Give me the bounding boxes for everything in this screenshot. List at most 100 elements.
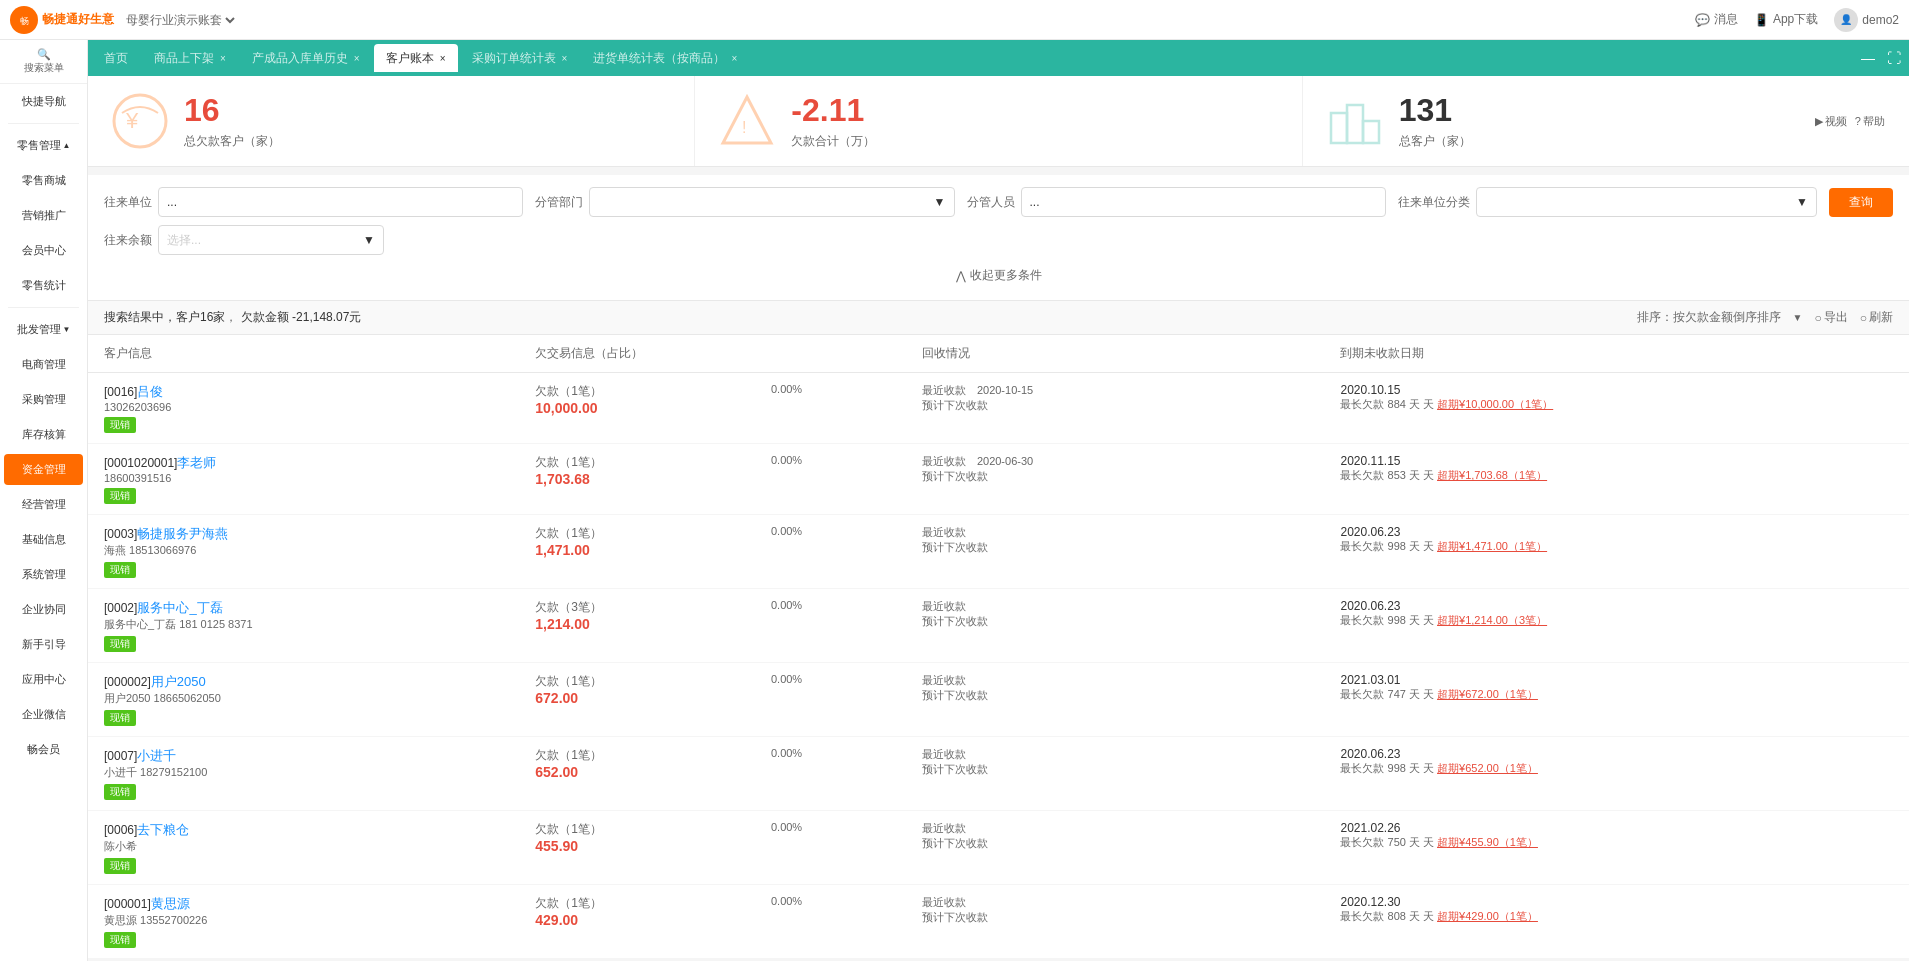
tab-product-offline[interactable]: 商品上下架 × <box>142 44 238 72</box>
sidebar-divider-2 <box>8 307 79 308</box>
overdue-link-5[interactable]: 超期¥652.00（1笔） <box>1437 762 1538 774</box>
sidebar-item-system[interactable]: 系统管理 <box>4 559 83 590</box>
company-select[interactable]: 母婴行业演示账套 <box>122 12 238 28</box>
overdue-link-0[interactable]: 超期¥10,000.00（1笔） <box>1437 398 1553 410</box>
sidebar-item-smooth-member[interactable]: 畅会员 <box>4 734 83 765</box>
recovery-next-3: 预计下次收款 <box>922 614 1232 629</box>
overdue-link-1[interactable]: 超期¥1,703.68（1笔） <box>1437 469 1547 481</box>
customer-name-6[interactable]: 去下粮仓 <box>137 822 189 837</box>
debt-count-3: 欠款（3笔） <box>535 599 739 616</box>
sidebar-item-app-center[interactable]: 应用中心 <box>4 664 83 695</box>
dept-select[interactable]: ▼ <box>589 187 954 217</box>
overdue-link-2[interactable]: 超期¥1,471.00（1笔） <box>1437 540 1547 552</box>
sidebar-item-operation[interactable]: 经营管理 <box>4 489 83 520</box>
refresh-label: 刷新 <box>1869 309 1893 326</box>
recovery-next-1: 预计下次收款 <box>922 469 1232 484</box>
recovery-latest-6: 最近收款 <box>922 821 1232 836</box>
data-table: 客户信息 欠交易信息（占比） 回收情况 到期未收款日期 [0016]吕俊 130… <box>88 335 1909 959</box>
tab-product-offline-close[interactable]: × <box>220 53 226 64</box>
cell-recovery-4: 最近收款 预计下次收款 <box>906 663 1248 737</box>
sidebar-item-quick-nav[interactable]: 快捷导航 <box>4 86 83 117</box>
tab-home[interactable]: 首页 <box>92 44 140 72</box>
filter-row-2: 往来余额 选择... ▼ <box>104 225 1893 255</box>
tab-maximize-btn[interactable]: ⛶ <box>1883 50 1905 66</box>
cell-ratio-5: 0.00% <box>755 737 906 811</box>
tab-minimize-btn[interactable]: — <box>1857 50 1879 66</box>
sidebar-search[interactable]: 🔍 搜索菜单 <box>0 40 87 84</box>
sidebar-item-retail-stat[interactable]: 零售统计 <box>4 270 83 301</box>
customer-name-0[interactable]: 吕俊 <box>137 384 163 399</box>
customer-name-3[interactable]: 服务中心_丁磊 <box>137 600 222 615</box>
balance-select[interactable]: 选择... ▼ <box>158 225 384 255</box>
overdue-link-3[interactable]: 超期¥1,214.00（3笔） <box>1437 614 1547 626</box>
sidebar-item-purchase[interactable]: 采购管理 <box>4 384 83 415</box>
unit-category-select[interactable]: ▼ <box>1476 187 1817 217</box>
message-icon: 💬 <box>1695 13 1710 27</box>
stat-card-total-customers: 131 总客户（家） ▶ 视频 ? 帮助 <box>1303 76 1909 166</box>
tab-purchase-order-close[interactable]: × <box>562 53 568 64</box>
sidebar-item-enterprise-wechat[interactable]: 企业微信 <box>4 699 83 730</box>
refresh-btn[interactable]: ○ 刷新 <box>1860 309 1893 326</box>
cell-debt-4: 欠款（1笔） 672.00 <box>519 663 755 737</box>
debt-ratio-2: 0.00% <box>771 525 890 537</box>
search-button[interactable]: 查询 <box>1829 188 1893 217</box>
recovery-next-0: 预计下次收款 <box>922 398 1232 413</box>
sort-label: 排序：按欠款金额倒序排序 <box>1637 309 1781 326</box>
sidebar-item-retail-mgmt[interactable]: 零售管理 ▲ <box>4 130 83 161</box>
sidebar-item-new-guide[interactable]: 新手引导 <box>4 629 83 660</box>
manager-input[interactable]: ... <box>1021 187 1386 217</box>
sidebar-divider-1 <box>8 123 79 124</box>
sidebar-item-enterprise-coop[interactable]: 企业协同 <box>4 594 83 625</box>
recovery-next-7: 预计下次收款 <box>922 910 1232 925</box>
stat-icon-2: ! <box>719 93 775 149</box>
tab-purchase-stat-close[interactable]: × <box>731 53 737 64</box>
sort-chevron[interactable]: ▼ <box>1793 312 1803 323</box>
export-btn[interactable]: ○ 导出 <box>1815 309 1848 326</box>
customer-name-5[interactable]: 小进千 <box>137 748 176 763</box>
sidebar-item-inventory[interactable]: 库存核算 <box>4 419 83 450</box>
customer-phone-6: 陈小希 <box>104 839 503 854</box>
overdue-link-7[interactable]: 超期¥429.00（1笔） <box>1437 910 1538 922</box>
video-btn[interactable]: ▶ 视频 <box>1815 114 1847 129</box>
sidebar-item-retail-mall[interactable]: 零售商城 <box>4 165 83 196</box>
customer-name-2[interactable]: 畅捷服务尹海燕 <box>137 526 228 541</box>
top-bar-left: 畅 畅捷通好生意 母婴行业演示账套 <box>10 6 238 34</box>
overdue-link-4[interactable]: 超期¥672.00（1笔） <box>1437 688 1538 700</box>
cell-customer-4: [000002]用户2050 用户2050 18665062050 现销 <box>88 663 519 737</box>
recovery-latest-4: 最近收款 <box>922 673 1232 688</box>
sidebar-item-finance[interactable]: 资金管理 <box>4 454 83 485</box>
sidebar-item-member[interactable]: 会员中心 <box>4 235 83 266</box>
app-download-btn[interactable]: 📱 App下载 <box>1754 11 1818 28</box>
recovery-next-5: 预计下次收款 <box>922 762 1232 777</box>
cell-debt-1: 欠款（1笔） 1,703.68 <box>519 444 755 515</box>
help-label: 帮助 <box>1863 114 1885 129</box>
tab-purchase-stat[interactable]: 进货单统计表（按商品） × <box>581 44 749 72</box>
source-unit-input[interactable]: ... <box>158 187 523 217</box>
tab-product-offline-label: 商品上下架 <box>154 50 214 67</box>
sidebar-item-basic-info[interactable]: 基础信息 <box>4 524 83 555</box>
tab-customer-account[interactable]: 客户账本 × <box>374 44 458 72</box>
customer-name-1[interactable]: 李老师 <box>177 455 216 470</box>
help-btn[interactable]: ? 帮助 <box>1855 114 1885 129</box>
svg-rect-7 <box>1347 105 1363 143</box>
tab-bar: 首页 商品上下架 × 产成品入库单历史 × 客户账本 × 采购订单统计表 × 进… <box>88 40 1909 76</box>
sidebar-item-ecommerce[interactable]: 电商管理 <box>4 349 83 380</box>
collapse-btn[interactable]: ⋀ 收起更多条件 <box>104 263 1893 288</box>
user-menu[interactable]: 👤 demo2 <box>1834 8 1899 32</box>
tab-customer-account-close[interactable]: × <box>440 53 446 64</box>
recovery-latest-2: 最近收款 <box>922 525 1232 540</box>
customer-id-1: [0001020001]李老师 <box>104 454 503 472</box>
overdue-link-6[interactable]: 超期¥455.90（1笔） <box>1437 836 1538 848</box>
tab-production-history-close[interactable]: × <box>354 53 360 64</box>
manager-dots: ... <box>1030 195 1040 209</box>
cell-ratio-2: 0.00% <box>755 515 906 589</box>
sidebar-item-marketing[interactable]: 营销推广 <box>4 200 83 231</box>
cell-debt-5: 欠款（1笔） 652.00 <box>519 737 755 811</box>
sidebar-item-batch-mgmt[interactable]: 批发管理 ▼ <box>4 314 83 345</box>
tab-purchase-order[interactable]: 采购订单统计表 × <box>460 44 580 72</box>
tab-production-history[interactable]: 产成品入库单历史 × <box>240 44 372 72</box>
message-btn[interactable]: 💬 消息 <box>1695 11 1738 28</box>
due-date-3: 2020.06.23 <box>1340 599 1893 613</box>
customer-name-4[interactable]: 用户2050 <box>151 674 206 689</box>
customer-name-7[interactable]: 黄思源 <box>151 896 190 911</box>
